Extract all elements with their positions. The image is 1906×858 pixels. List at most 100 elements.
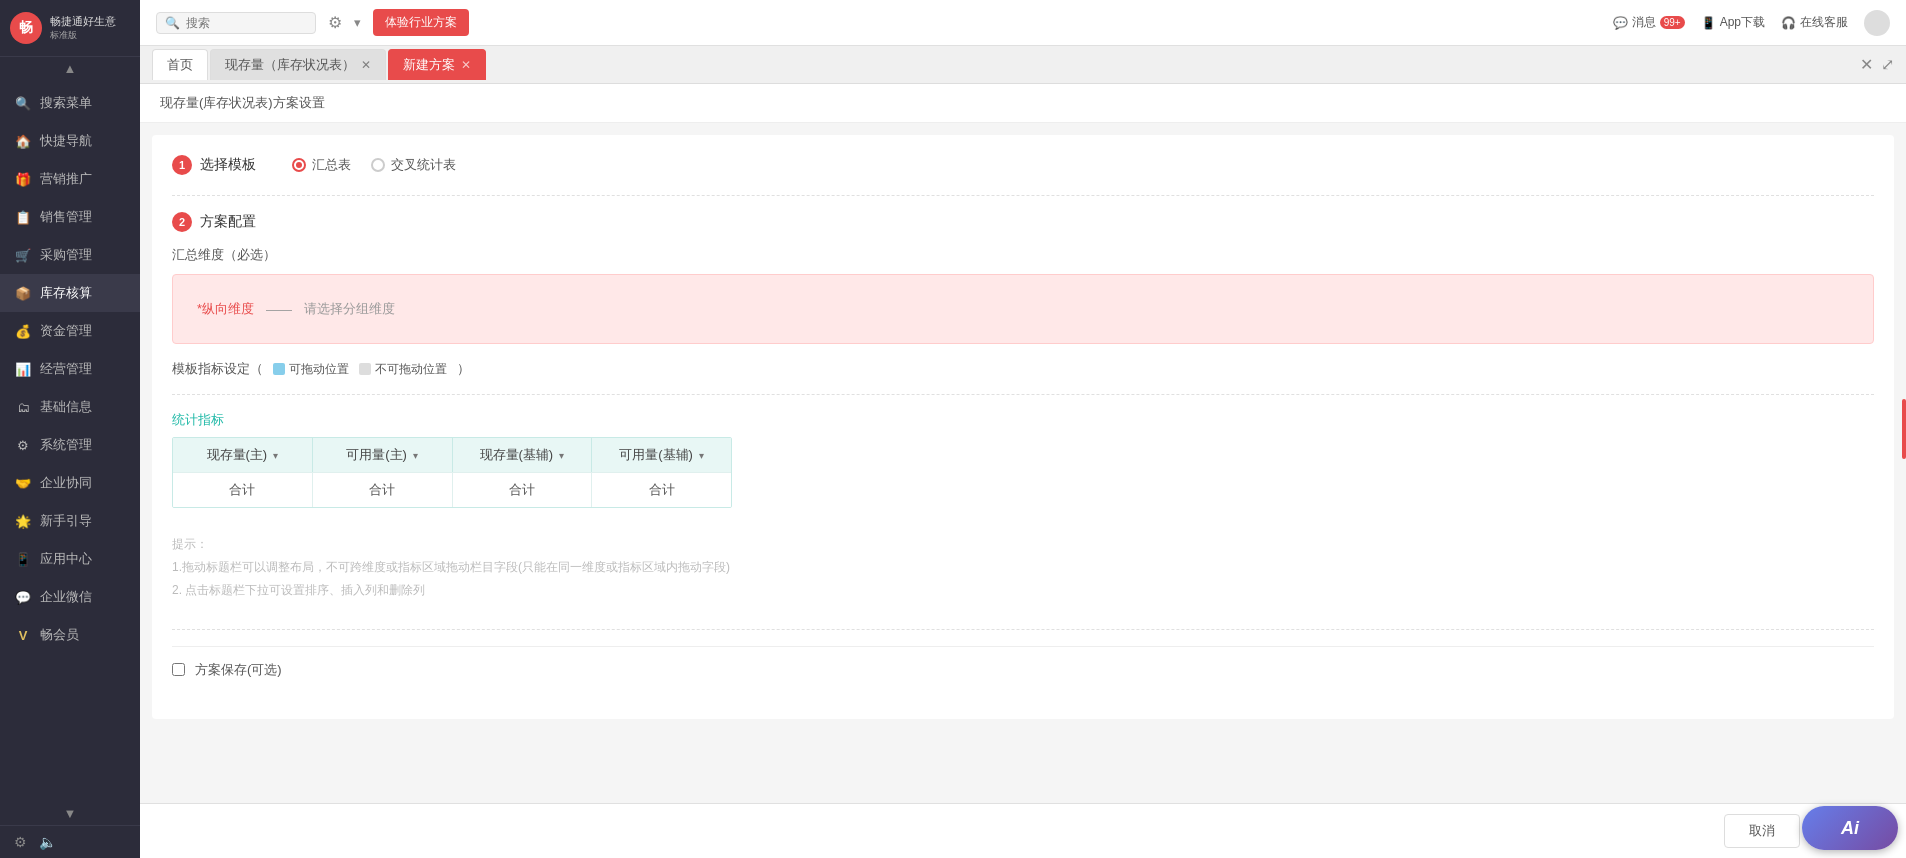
non-draggable-indicator: 不可拖动位置 xyxy=(359,361,447,378)
online-service-btn[interactable]: 🎧 在线客服 xyxy=(1781,14,1848,31)
user-avatar[interactable] xyxy=(1864,10,1890,36)
sidebar-item-basic[interactable]: 🗂 基础信息 xyxy=(0,388,140,426)
save-checkbox[interactable] xyxy=(172,663,185,676)
headset-icon: 🎧 xyxy=(1781,16,1796,30)
sidebar-logo: 畅 畅捷通好生意 标准版 xyxy=(0,0,140,57)
sidebar-item-label: 企业协同 xyxy=(40,474,92,492)
sidebar-item-system[interactable]: ⚙ 系统管理 xyxy=(0,426,140,464)
stats-col-2-chevron[interactable]: ▾ xyxy=(559,450,564,461)
sidebar-item-label: 库存核算 xyxy=(40,284,92,302)
scroll-indicator xyxy=(1902,399,1906,459)
main-area: 🔍 ⚙ ▾ 体验行业方案 💬 消息 99+ 📱 App下载 🎧 在线客服 xyxy=(140,0,1906,858)
sidebar-item-quicknav[interactable]: 🏠 快捷导航 xyxy=(0,122,140,160)
search-icon: 🔍 xyxy=(165,16,180,30)
radio-crosstab-label: 交叉统计表 xyxy=(391,156,456,174)
tab-bar-actions: ✕ ⤢ xyxy=(1860,55,1894,74)
tab-expand-icon[interactable]: ⤢ xyxy=(1881,55,1894,74)
search-icon: 🔍 xyxy=(14,94,32,112)
step2-section: 2 方案配置 汇总维度（必选） *纵向维度 —— 请选择分组维度 模板指标设定（… xyxy=(172,212,1874,679)
tab-new-scheme[interactable]: 新建方案 ✕ xyxy=(388,49,486,80)
sidebar-item-search[interactable]: 🔍 搜索菜单 xyxy=(0,84,140,122)
industry-btn[interactable]: 体验行业方案 xyxy=(373,9,469,36)
cancel-button[interactable]: 取消 xyxy=(1724,814,1800,848)
sidebar-item-weixin[interactable]: 💬 企业微信 xyxy=(0,578,140,616)
dimension-box[interactable]: *纵向维度 —— 请选择分组维度 xyxy=(172,274,1874,344)
app-badge: 标准版 xyxy=(50,29,116,42)
sidebar-item-newguide[interactable]: 🌟 新手引导 xyxy=(0,502,140,540)
stats-col-1[interactable]: 可用量(主) ▾ xyxy=(313,438,453,472)
stats-col-3-chevron[interactable]: ▾ xyxy=(699,450,704,461)
tab-new-scheme-close-icon[interactable]: ✕ xyxy=(461,58,471,72)
sidebar-item-label: 基础信息 xyxy=(40,398,92,416)
stats-col-1-chevron[interactable]: ▾ xyxy=(413,450,418,461)
tab-home[interactable]: 首页 xyxy=(152,49,208,80)
step1-header: 1 选择模板 汇总表 交叉统计表 xyxy=(172,155,1874,175)
form-footer: 方案保存(可选) xyxy=(172,646,1874,679)
stats-col-3[interactable]: 可用量(基辅) ▾ xyxy=(592,438,731,472)
ai-label: Ai xyxy=(1841,818,1859,839)
sidebar-item-purchase[interactable]: 🛒 采购管理 xyxy=(0,236,140,274)
tab-inventory-close-icon[interactable]: ✕ xyxy=(361,58,371,72)
messages-label: 消息 xyxy=(1632,14,1656,31)
wechat-icon: 💬 xyxy=(14,588,32,606)
stats-col-2[interactable]: 现存量(基辅) ▾ xyxy=(453,438,593,472)
settings-footer-icon[interactable]: ⚙ xyxy=(14,834,27,850)
search-input[interactable] xyxy=(186,16,306,30)
tab-home-label: 首页 xyxy=(167,56,193,74)
radio-crosstab[interactable]: 交叉统计表 xyxy=(371,156,456,174)
sidebar-item-marketing[interactable]: 🎁 营销推广 xyxy=(0,160,140,198)
footer-divider xyxy=(172,629,1874,630)
stats-table-row-0: 合计 合计 合计 合计 xyxy=(173,472,731,507)
phone-icon: 📱 xyxy=(1701,16,1716,30)
stats-col-2-label: 现存量(基辅) xyxy=(480,446,554,464)
page-header: 现存量(库存状况表)方案设置 xyxy=(140,84,1906,123)
sidebar-item-contract[interactable]: 🤝 企业协同 xyxy=(0,464,140,502)
tab-inventory-status-label: 现存量（库存状况表） xyxy=(225,56,355,74)
topbar-gear-icon[interactable]: ⚙ xyxy=(328,13,342,32)
dimension-section-label: 汇总维度（必选） xyxy=(172,246,1874,264)
chart-icon: 📊 xyxy=(14,360,32,378)
sidebar-item-appcenter[interactable]: 📱 应用中心 xyxy=(0,540,140,578)
tab-inventory-status[interactable]: 现存量（库存状况表） ✕ xyxy=(210,49,386,80)
system-icon: ⚙ xyxy=(14,436,32,454)
sidebar-scroll-down[interactable]: ▼ xyxy=(0,802,140,825)
sidebar-nav: 🔍 搜索菜单 🏠 快捷导航 🎁 营销推广 📋 销售管理 🛒 采购管理 📦 库存核… xyxy=(0,80,140,802)
messages-badge: 99+ xyxy=(1660,16,1685,29)
save-label: 方案保存(可选) xyxy=(195,661,282,679)
stats-col-0-chevron[interactable]: ▾ xyxy=(273,450,278,461)
indicator-setting: 模板指标设定（ 可拖动位置 不可拖动位置 ） xyxy=(172,360,1874,378)
tab-new-scheme-label: 新建方案 xyxy=(403,56,455,74)
messages-btn[interactable]: 💬 消息 99+ xyxy=(1613,14,1685,31)
sales-icon: 📋 xyxy=(14,208,32,226)
sidebar-item-operations[interactable]: 📊 经营管理 xyxy=(0,350,140,388)
tab-close-icon[interactable]: ✕ xyxy=(1860,55,1873,74)
sidebar-item-label: 资金管理 xyxy=(40,322,92,340)
page-title: 现存量(库存状况表)方案设置 xyxy=(160,95,325,110)
step1-title: 选择模板 xyxy=(200,156,256,174)
sidebar-item-finance[interactable]: 💰 资金管理 xyxy=(0,312,140,350)
topbar-dropdown-icon[interactable]: ▾ xyxy=(354,15,361,30)
ai-float-button[interactable]: Ai xyxy=(1802,806,1898,850)
app-download-btn[interactable]: 📱 App下载 xyxy=(1701,14,1765,31)
radio-summary[interactable]: 汇总表 xyxy=(292,156,351,174)
topbar-left: 🔍 ⚙ ▾ 体验行业方案 xyxy=(156,9,469,36)
content-area: 现存量(库存状况表)方案设置 1 选择模板 汇总表 交叉统计表 xyxy=(140,84,1906,803)
dimension-required-star: *纵向维度 xyxy=(197,300,254,318)
hint-title-text: 提示： xyxy=(172,537,208,551)
phone-icon: 📱 xyxy=(14,550,32,568)
stats-col-0[interactable]: 现存量(主) ▾ xyxy=(173,438,313,472)
sidebar-item-sales[interactable]: 📋 销售管理 xyxy=(0,198,140,236)
sidebar-item-label: 搜索菜单 xyxy=(40,94,92,112)
draggable-indicator: 可拖动位置 xyxy=(273,361,349,378)
draggable-dot xyxy=(273,363,285,375)
sound-footer-icon[interactable]: 🔈 xyxy=(39,834,56,850)
stats-table: 现存量(主) ▾ 可用量(主) ▾ 现存量(基辅) ▾ xyxy=(172,437,732,508)
non-draggable-dot xyxy=(359,363,371,375)
sidebar-item-member[interactable]: V 畅会员 xyxy=(0,616,140,654)
online-service-label: 在线客服 xyxy=(1800,14,1848,31)
sidebar-scroll-up[interactable]: ▲ xyxy=(0,57,140,80)
logo-icon: 畅 xyxy=(10,12,42,44)
topbar-search-box[interactable]: 🔍 xyxy=(156,12,316,34)
stats-col-0-label: 现存量(主) xyxy=(207,446,268,464)
sidebar-item-inventory[interactable]: 📦 库存核算 xyxy=(0,274,140,312)
